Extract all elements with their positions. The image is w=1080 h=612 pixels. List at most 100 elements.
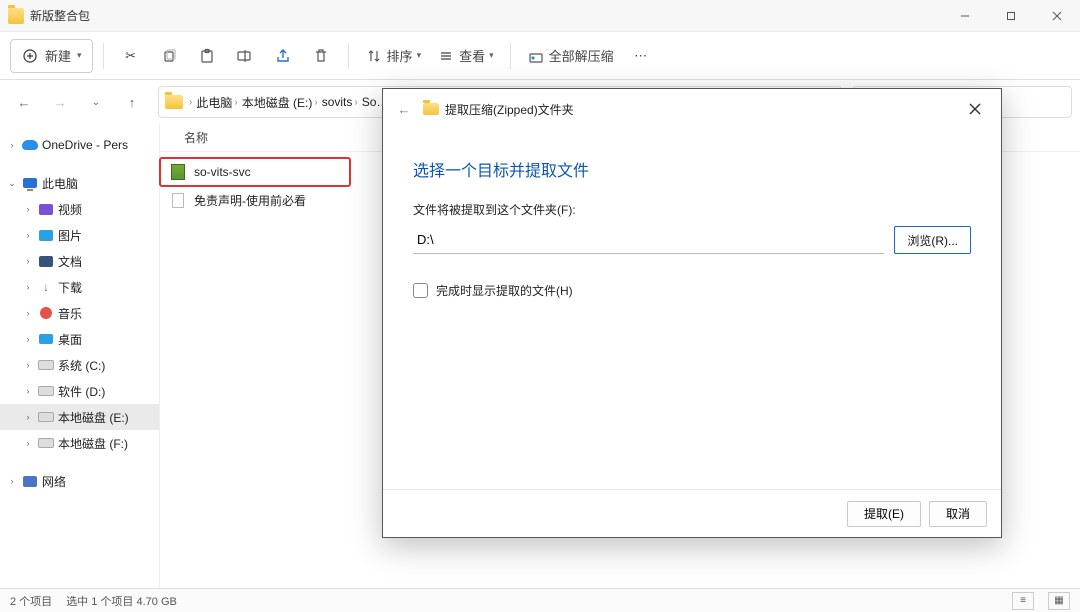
folder-icon bbox=[38, 227, 54, 243]
separator bbox=[510, 43, 511, 69]
destination-input[interactable] bbox=[413, 226, 884, 254]
network-icon bbox=[22, 473, 38, 489]
drive-icon bbox=[38, 435, 54, 451]
show-files-checkbox[interactable]: 完成时显示提取的文件(H) bbox=[413, 282, 971, 299]
clipboard-icon bbox=[198, 47, 216, 65]
dialog-close-button[interactable] bbox=[957, 94, 993, 124]
share-icon bbox=[274, 47, 292, 65]
extract-all-button[interactable]: 全部解压缩 bbox=[521, 39, 620, 73]
drive-icon bbox=[38, 409, 54, 425]
sidebar-item-music[interactable]: ›音乐 bbox=[0, 300, 159, 326]
archive-icon bbox=[170, 164, 186, 180]
dialog-footer: 提取(E) 取消 bbox=[383, 489, 1001, 537]
folder-icon bbox=[38, 201, 54, 217]
recent-button[interactable]: ⌄ bbox=[80, 86, 112, 118]
sidebar: ›OneDrive - Pers ⌄此电脑 ›视频 ›图片 ›文档 ›↓下载 ›… bbox=[0, 124, 160, 588]
folder-icon bbox=[165, 95, 183, 109]
breadcrumb: ›sovits bbox=[314, 95, 352, 109]
sidebar-item-drive-c[interactable]: ›系统 (C:) bbox=[0, 352, 159, 378]
scissors-icon: ✂ bbox=[122, 47, 140, 65]
back-button[interactable]: ← bbox=[8, 86, 40, 118]
destination-label: 文件将被提取到这个文件夹(F): bbox=[413, 201, 971, 218]
separator bbox=[348, 43, 349, 69]
sidebar-item-pictures[interactable]: ›图片 bbox=[0, 222, 159, 248]
sort-button[interactable]: 排序 ▾ bbox=[359, 39, 428, 73]
extract-dialog: ← 提取压缩(Zipped)文件夹 选择一个目标并提取文件 文件将被提取到这个文… bbox=[382, 88, 1002, 538]
dialog-title: 提取压缩(Zipped)文件夹 bbox=[445, 101, 574, 118]
details-view-button[interactable]: ≡ bbox=[1012, 592, 1034, 610]
new-button[interactable]: 新建 ▾ bbox=[10, 39, 93, 73]
forward-button[interactable]: → bbox=[44, 86, 76, 118]
copy-icon bbox=[160, 47, 178, 65]
chevron-down-icon: ▾ bbox=[417, 50, 422, 61]
breadcrumb: ›此电脑 bbox=[189, 94, 232, 111]
window-title: 新版整合包 bbox=[30, 7, 90, 24]
rename-button[interactable] bbox=[228, 39, 262, 73]
chevron-down-icon: ▾ bbox=[489, 50, 494, 61]
sidebar-item-videos[interactable]: ›视频 bbox=[0, 196, 159, 222]
status-count: 2 个项目 bbox=[10, 593, 52, 609]
close-button[interactable] bbox=[1034, 0, 1080, 32]
folder-icon bbox=[8, 8, 24, 24]
extract-icon bbox=[527, 47, 545, 65]
sort-icon bbox=[365, 47, 383, 65]
download-icon: ↓ bbox=[38, 279, 54, 295]
new-label: 新建 bbox=[45, 46, 71, 65]
sidebar-item-drive-f[interactable]: ›本地磁盘 (F:) bbox=[0, 430, 159, 456]
file-name: so-vits-svc bbox=[194, 165, 251, 179]
sort-label: 排序 bbox=[387, 46, 413, 65]
file-row[interactable]: so-vits-svc bbox=[160, 158, 350, 186]
zip-folder-icon bbox=[423, 103, 439, 115]
sidebar-item-desktop[interactable]: ›桌面 bbox=[0, 326, 159, 352]
delete-button[interactable] bbox=[304, 39, 338, 73]
sidebar-item-drive-e[interactable]: ›本地磁盘 (E:) bbox=[0, 404, 159, 430]
status-bar: 2 个项目 选中 1 个项目 4.70 GB ≡ ▦ bbox=[0, 588, 1080, 612]
breadcrumb: ›本地磁盘 (E:) bbox=[234, 94, 312, 111]
tiles-view-button[interactable]: ▦ bbox=[1048, 592, 1070, 610]
checkbox-icon bbox=[413, 283, 428, 298]
browse-button[interactable]: 浏览(R)... bbox=[894, 226, 971, 254]
separator bbox=[103, 43, 104, 69]
toolbar: 新建 ▾ ✂ 排序 ▾ 查看 ▾ 全部解压缩 ⋯ bbox=[0, 32, 1080, 80]
sidebar-item-documents[interactable]: ›文档 bbox=[0, 248, 159, 274]
desktop-icon bbox=[38, 331, 54, 347]
dialog-heading: 选择一个目标并提取文件 bbox=[413, 157, 971, 181]
up-button[interactable]: ↑ bbox=[116, 86, 148, 118]
plus-icon bbox=[21, 47, 39, 65]
status-selected: 选中 1 个项目 4.70 GB bbox=[66, 593, 177, 609]
minimize-button[interactable] bbox=[942, 0, 988, 32]
chevron-down-icon: ▾ bbox=[77, 50, 82, 61]
sidebar-item-network[interactable]: ›网络 bbox=[0, 468, 159, 494]
titlebar: 新版整合包 bbox=[0, 0, 1080, 32]
view-button[interactable]: 查看 ▾ bbox=[431, 39, 500, 73]
dialog-header: ← 提取压缩(Zipped)文件夹 bbox=[383, 89, 1001, 129]
drive-icon bbox=[38, 383, 54, 399]
more-button[interactable]: ⋯ bbox=[624, 39, 658, 73]
checkbox-label: 完成时显示提取的文件(H) bbox=[436, 282, 573, 299]
cut-button[interactable]: ✂ bbox=[114, 39, 148, 73]
sidebar-item-downloads[interactable]: ›↓下载 bbox=[0, 274, 159, 300]
dialog-body: 选择一个目标并提取文件 文件将被提取到这个文件夹(F): 浏览(R)... 完成… bbox=[383, 129, 1001, 489]
folder-icon bbox=[38, 253, 54, 269]
copy-button[interactable] bbox=[152, 39, 186, 73]
extract-all-label: 全部解压缩 bbox=[549, 46, 614, 65]
dialog-back-button[interactable]: ← bbox=[391, 102, 417, 117]
maximize-button[interactable] bbox=[988, 0, 1034, 32]
trash-icon bbox=[312, 47, 330, 65]
rename-icon bbox=[236, 47, 254, 65]
sidebar-item-drive-d[interactable]: ›软件 (D:) bbox=[0, 378, 159, 404]
drive-icon bbox=[38, 357, 54, 373]
share-button[interactable] bbox=[266, 39, 300, 73]
view-label: 查看 bbox=[459, 46, 485, 65]
cancel-button[interactable]: 取消 bbox=[929, 501, 987, 527]
sidebar-item-this-pc[interactable]: ⌄此电脑 bbox=[0, 170, 159, 196]
paste-button[interactable] bbox=[190, 39, 224, 73]
music-icon bbox=[38, 305, 54, 321]
document-icon bbox=[170, 192, 186, 208]
ellipsis-icon: ⋯ bbox=[634, 48, 647, 64]
monitor-icon bbox=[22, 175, 38, 191]
extract-button[interactable]: 提取(E) bbox=[847, 501, 921, 527]
sidebar-item-onedrive[interactable]: ›OneDrive - Pers bbox=[0, 132, 159, 158]
view-icon bbox=[437, 47, 455, 65]
cloud-icon bbox=[22, 137, 38, 153]
